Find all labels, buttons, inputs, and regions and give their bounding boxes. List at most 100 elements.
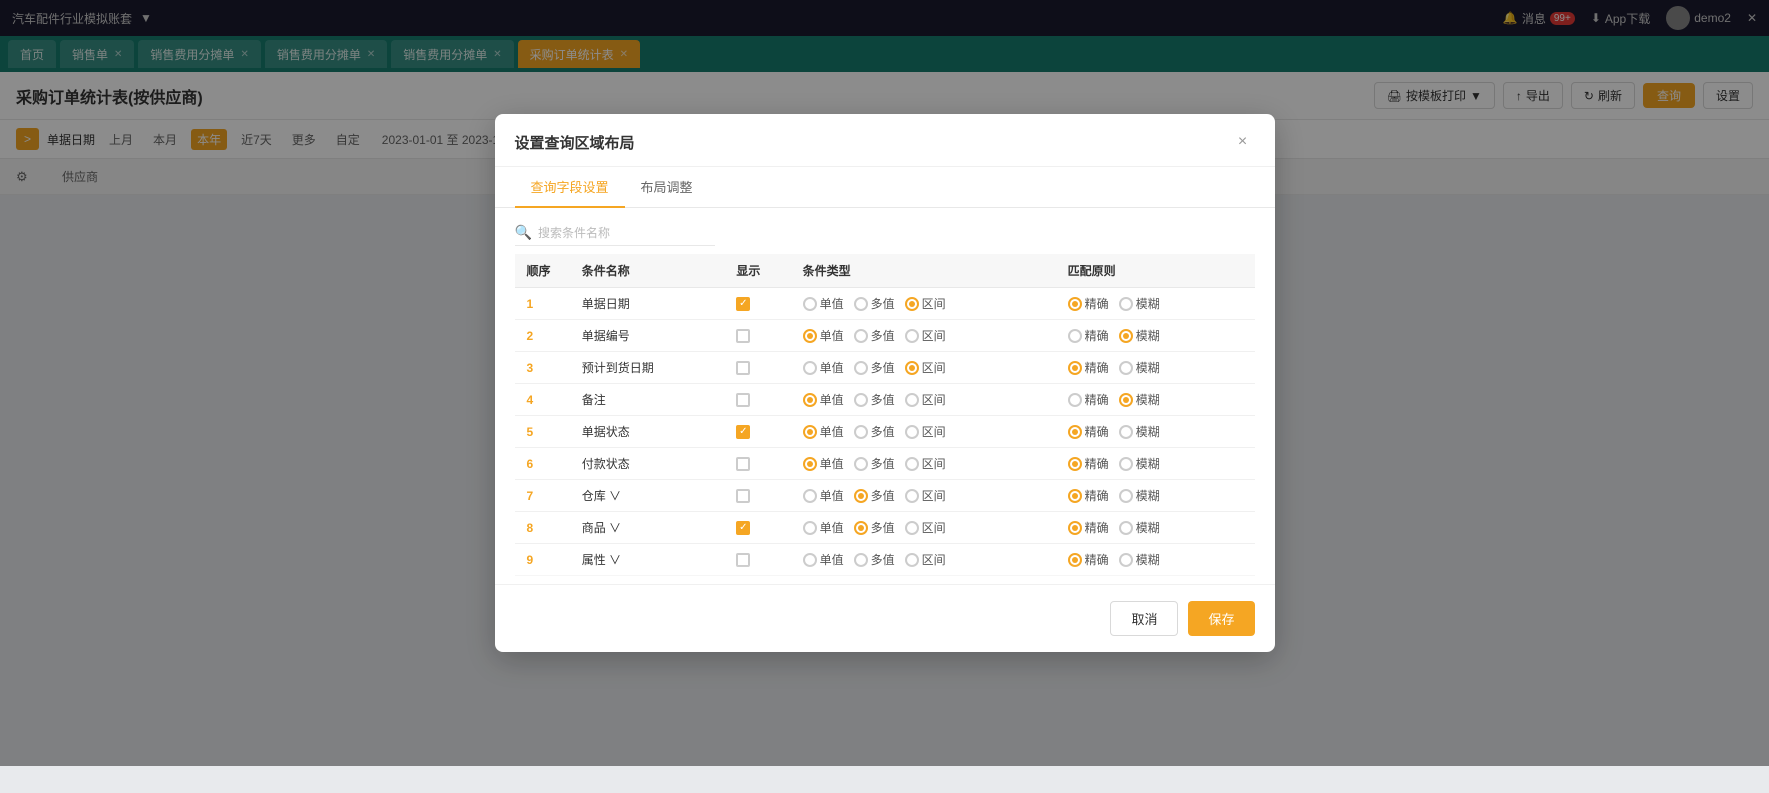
cell-type: 单值多值区间 (791, 544, 1056, 576)
type-option-区间[interactable]: 区间 (905, 487, 946, 504)
radio-label: 区间 (922, 583, 946, 584)
match-option-模糊[interactable]: 模糊 (1119, 551, 1160, 568)
radio-circle (803, 297, 817, 311)
match-option-精确[interactable]: 精确 (1068, 519, 1109, 536)
radio-circle (1119, 329, 1133, 343)
type-option-单值[interactable]: 单值 (803, 455, 844, 472)
match-option-模糊[interactable]: 模糊 (1119, 455, 1160, 472)
type-option-区间[interactable]: 区间 (905, 455, 946, 472)
type-option-区间[interactable]: 区间 (905, 423, 946, 440)
match-option-模糊[interactable]: 模糊 (1119, 359, 1160, 376)
cell-show (724, 352, 790, 384)
type-option-多值[interactable]: 多值 (854, 359, 895, 376)
save-button[interactable]: 保存 (1188, 601, 1254, 636)
type-option-区间[interactable]: 区间 (905, 327, 946, 344)
type-option-单值[interactable]: 单值 (803, 391, 844, 408)
cell-name: 属性 ∨ (570, 544, 725, 576)
radio-label: 单值 (820, 455, 844, 472)
match-option-精确[interactable]: 精确 (1068, 359, 1109, 376)
radio-circle (854, 393, 868, 407)
show-checkbox[interactable] (736, 329, 750, 343)
show-checkbox[interactable]: ✓ (736, 521, 750, 535)
radio-circle (1119, 361, 1133, 375)
radio-circle (803, 457, 817, 471)
type-option-单值[interactable]: 单值 (803, 295, 844, 312)
radio-label: 精确 (1085, 583, 1109, 584)
type-option-单值[interactable]: 单值 (803, 519, 844, 536)
show-checkbox[interactable] (736, 553, 750, 567)
match-option-精确[interactable]: 精确 (1068, 327, 1109, 344)
radio-circle (1068, 361, 1082, 375)
radio-circle (854, 457, 868, 471)
match-option-精确[interactable]: 精确 (1068, 295, 1109, 312)
match-option-模糊[interactable]: 模糊 (1119, 391, 1160, 408)
search-input[interactable] (538, 226, 698, 240)
modal-tab-layout[interactable]: 布局调整 (625, 167, 709, 208)
type-option-多值[interactable]: 多值 (854, 551, 895, 568)
match-option-模糊[interactable]: 模糊 (1119, 295, 1160, 312)
show-checkbox[interactable] (736, 361, 750, 375)
modal-tab-query-fields[interactable]: 查询字段设置 (515, 167, 625, 208)
radio-label: 精确 (1085, 423, 1109, 440)
radio-circle (854, 553, 868, 567)
match-option-精确[interactable]: 精确 (1068, 391, 1109, 408)
table-body: 1单据日期✓单值多值区间精确模糊2单据编号单值多值区间精确模糊3预计到货日期单值… (515, 288, 1255, 585)
table-row: 4备注单值多值区间精确模糊 (515, 384, 1255, 416)
match-option-精确[interactable]: 精确 (1068, 487, 1109, 504)
match-option-模糊[interactable]: 模糊 (1119, 519, 1160, 536)
radio-label: 多值 (871, 455, 895, 472)
modal-close-button[interactable]: × (1231, 130, 1255, 154)
match-option-精确[interactable]: 精确 (1068, 583, 1109, 584)
radio-circle (1068, 489, 1082, 503)
type-option-单值[interactable]: 单值 (803, 487, 844, 504)
type-option-区间[interactable]: 区间 (905, 583, 946, 584)
modal-title: 设置查询区域布局 (515, 132, 635, 153)
radio-circle (854, 489, 868, 503)
cell-match: 精确模糊 (1056, 480, 1255, 512)
type-option-多值[interactable]: 多值 (854, 327, 895, 344)
cancel-button[interactable]: 取消 (1110, 601, 1178, 636)
cell-type: 单值多值 区间 (791, 416, 1056, 448)
match-option-精确[interactable]: 精确 (1068, 423, 1109, 440)
type-option-区间[interactable]: 区间 (905, 359, 946, 376)
show-checkbox[interactable]: ✓ (736, 297, 750, 311)
type-option-单值[interactable]: 单值 (803, 359, 844, 376)
match-option-模糊[interactable]: 模糊 (1119, 583, 1160, 584)
type-option-区间[interactable]: 区间 (905, 551, 946, 568)
type-option-单值[interactable]: 单值 (803, 327, 844, 344)
type-option-多值[interactable]: 多值 (854, 423, 895, 440)
show-checkbox[interactable] (736, 393, 750, 407)
match-option-精确[interactable]: 精确 (1068, 551, 1109, 568)
type-option-区间[interactable]: 区间 (905, 391, 946, 408)
match-option-模糊[interactable]: 模糊 (1119, 423, 1160, 440)
cell-show (724, 576, 790, 585)
cell-name: 仓库 ∨ (570, 480, 725, 512)
type-option-多值[interactable]: 多值 (854, 519, 895, 536)
show-checkbox[interactable] (736, 457, 750, 471)
type-option-单值[interactable]: 单值 (803, 423, 844, 440)
match-option-模糊[interactable]: 模糊 (1119, 327, 1160, 344)
radio-label: 单值 (820, 359, 844, 376)
type-option-单值[interactable]: 单值 (803, 583, 844, 584)
radio-label: 模糊 (1136, 359, 1160, 376)
cell-type: 单值 多值 区间 (791, 576, 1056, 585)
type-option-多值[interactable]: 多值 (854, 487, 895, 504)
type-option-多值[interactable]: 多值 (854, 391, 895, 408)
type-option-多值[interactable]: 多值 (854, 295, 895, 312)
type-option-区间[interactable]: 区间 (905, 519, 946, 536)
match-option-精确[interactable]: 精确 (1068, 455, 1109, 472)
type-option-单值[interactable]: 单值 (803, 551, 844, 568)
cell-type: 单值 多值区间 (791, 448, 1056, 480)
show-checkbox[interactable] (736, 489, 750, 503)
show-checkbox[interactable]: ✓ (736, 425, 750, 439)
cell-show (724, 544, 790, 576)
radio-label: 区间 (922, 423, 946, 440)
match-option-模糊[interactable]: 模糊 (1119, 487, 1160, 504)
type-option-区间[interactable]: 区间 (905, 295, 946, 312)
radio-label: 模糊 (1136, 583, 1160, 584)
type-option-多值[interactable]: 多值 (854, 583, 895, 584)
modal-table-container: 顺序 条件名称 显示 条件类型 匹配原则 1单据日期✓单值多值区间精确模糊2单据… (515, 254, 1255, 584)
type-option-多值[interactable]: 多值 (854, 455, 895, 472)
th-match: 匹配原则 (1056, 254, 1255, 288)
radio-label: 单值 (820, 519, 844, 536)
